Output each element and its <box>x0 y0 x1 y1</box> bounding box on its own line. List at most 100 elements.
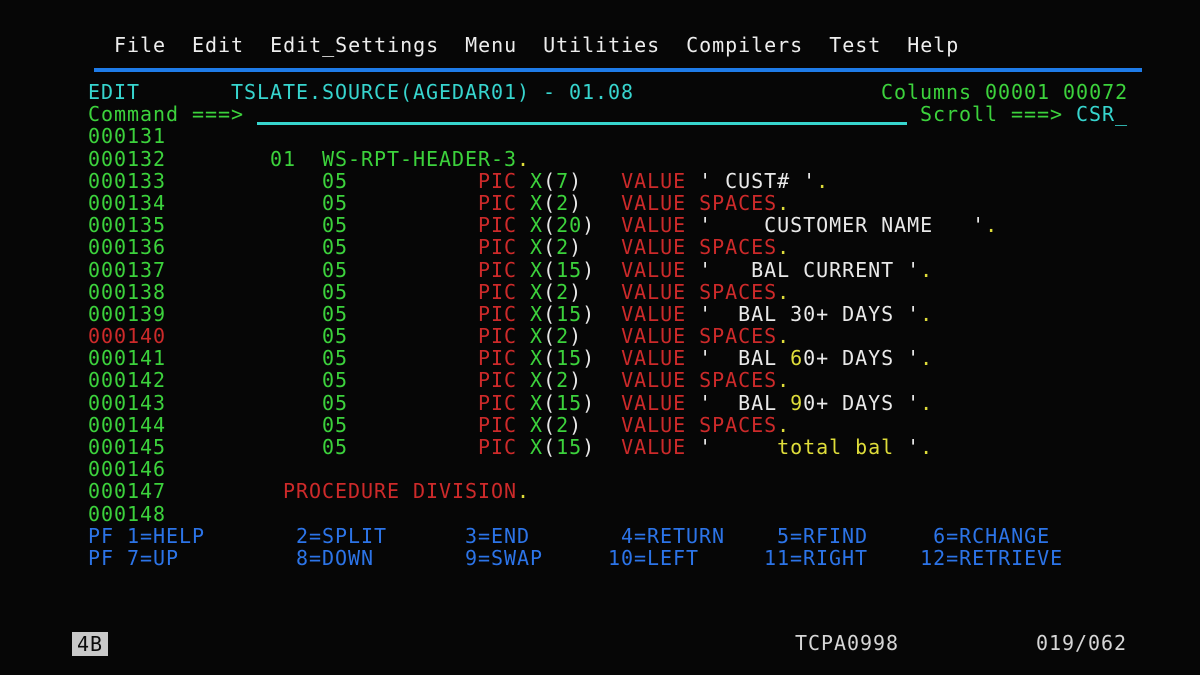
editor-line[interactable]: 000147 PROCEDURE DIVISION. <box>88 480 1128 502</box>
editor-line[interactable]: 000136 05 PIC X(2) VALUE SPACES. <box>88 236 1128 258</box>
code-text: 15 <box>556 435 582 459</box>
editor-line[interactable]: 000146 <box>88 458 1128 480</box>
menu-item-edit[interactable]: Edit <box>192 33 244 57</box>
code-text: ) <box>569 324 582 348</box>
code-text: ) <box>582 302 595 326</box>
editor-line[interactable]: 000144 05 PIC X(2) VALUE SPACES. <box>88 414 1128 436</box>
code-text: X <box>530 302 543 326</box>
code-text: 05 <box>166 258 348 282</box>
code-text: 05 <box>166 213 348 237</box>
code-text: ' BAL <box>699 391 790 415</box>
command-row: Command ===>Scroll ===>CSR_ <box>88 103 1128 125</box>
code-text: . <box>777 280 790 304</box>
editor-line[interactable]: 000133 05 PIC X(7) VALUE ' CUST# '. <box>88 170 1128 192</box>
code-text: 15 <box>556 391 582 415</box>
code-text: X <box>530 169 543 193</box>
code-text: . <box>777 413 790 437</box>
code-text: PIC <box>348 235 530 259</box>
line-number[interactable]: 000142 <box>88 368 166 392</box>
code-text: VALUE SPACES <box>582 324 777 348</box>
code-text: ' CUSTOMER NAME ' <box>699 213 985 237</box>
code-text: ) <box>569 413 582 437</box>
code-text: ) <box>582 391 595 415</box>
line-number[interactable]: 000131 <box>88 124 166 148</box>
editor-line[interactable]: 000135 05 PIC X(20) VALUE ' CUSTOMER NAM… <box>88 214 1128 236</box>
editor-line[interactable]: 000140 05 PIC X(2) VALUE SPACES. <box>88 325 1128 347</box>
line-number[interactable]: 000134 <box>88 191 166 215</box>
code-text: X <box>530 191 543 215</box>
line-number[interactable]: 000137 <box>88 258 166 282</box>
editor-line[interactable]: 000139 05 PIC X(15) VALUE ' BAL 30+ DAYS… <box>88 303 1128 325</box>
code-text: ) <box>569 235 582 259</box>
command-label: Command ===> <box>88 102 244 126</box>
code-text: PIC <box>348 368 530 392</box>
code-text: X <box>530 235 543 259</box>
line-number[interactable]: 000138 <box>88 280 166 304</box>
code-text: PIC <box>348 191 530 215</box>
code-text: 05 <box>166 324 348 348</box>
editor-line[interactable]: 000141 05 PIC X(15) VALUE ' BAL 60+ DAYS… <box>88 347 1128 369</box>
code-text: . <box>985 213 998 237</box>
code-text: total bal <box>777 435 894 459</box>
menu-item-compilers[interactable]: Compilers <box>686 33 803 57</box>
editor-line[interactable]: 000142 05 PIC X(2) VALUE SPACES. <box>88 369 1128 391</box>
code-text: ( <box>543 368 556 392</box>
menu-item-menu[interactable]: Menu <box>465 33 517 57</box>
editor-header-row: EDITTSLATE.SOURCE(AGEDAR01) - 01.08Colum… <box>88 81 1128 103</box>
code-text: X <box>530 391 543 415</box>
code-text: ) <box>582 346 595 370</box>
editor-line[interactable]: 000138 05 PIC X(2) VALUE SPACES. <box>88 281 1128 303</box>
editor-line[interactable]: 000131 <box>88 125 1128 147</box>
code-text: ' <box>699 435 777 459</box>
code-text: PIC <box>348 391 530 415</box>
code-text: VALUE SPACES <box>582 235 777 259</box>
code-text: ' <box>894 435 920 459</box>
code-text: . <box>777 368 790 392</box>
editor-line[interactable]: 000137 05 PIC X(15) VALUE ' BAL CURRENT … <box>88 259 1128 281</box>
code-text: PROCEDURE DIVISION <box>166 479 517 503</box>
line-number[interactable]: 000132 <box>88 147 166 171</box>
code-text: PIC <box>348 346 530 370</box>
code-text: 05 <box>166 169 348 193</box>
line-number[interactable]: 000141 <box>88 346 166 370</box>
menu-item-test[interactable]: Test <box>829 33 881 57</box>
code-text: ' BAL CURRENT ' <box>699 258 920 282</box>
code-text: 0+ DAYS ' <box>803 346 920 370</box>
editor-line[interactable]: 000143 05 PIC X(15) VALUE ' BAL 90+ DAYS… <box>88 392 1128 414</box>
line-number[interactable]: 000146 <box>88 457 166 481</box>
line-number[interactable]: 000144 <box>88 413 166 437</box>
code-text: . <box>777 235 790 259</box>
line-number[interactable]: 000140 <box>88 324 166 348</box>
code-text: . <box>920 258 933 282</box>
code-text: ( <box>543 346 556 370</box>
menu-item-help[interactable]: Help <box>907 33 959 57</box>
code-text: . <box>517 479 530 503</box>
line-number[interactable]: 000135 <box>88 213 166 237</box>
line-number[interactable]: 000136 <box>88 235 166 259</box>
code-text: X <box>530 368 543 392</box>
editor-lines: 000131000132 01 WS-RPT-HEADER-3.000133 0… <box>88 125 1128 524</box>
code-text: ' BAL 30+ DAYS ' <box>699 302 920 326</box>
line-number[interactable]: 000145 <box>88 435 166 459</box>
code-text: ) <box>582 213 595 237</box>
menu-bar: File Edit Edit_Settings Menu Utilities C… <box>88 33 959 57</box>
editor-line[interactable]: 000134 05 PIC X(2) VALUE SPACES. <box>88 192 1128 214</box>
line-number[interactable]: 000148 <box>88 502 166 526</box>
line-number[interactable]: 000143 <box>88 391 166 415</box>
line-number[interactable]: 000133 <box>88 169 166 193</box>
code-text: ( <box>543 191 556 215</box>
menu-item-utilities[interactable]: Utilities <box>543 33 660 57</box>
code-text: PIC <box>348 324 530 348</box>
line-number[interactable]: 000139 <box>88 302 166 326</box>
editor-line[interactable]: 000148 <box>88 503 1128 525</box>
code-text: 6 <box>790 346 803 370</box>
command-input-field[interactable] <box>257 104 907 125</box>
line-number[interactable]: 000147 <box>88 479 166 503</box>
code-text: VALUE <box>595 213 699 237</box>
menu-item-edit-settings[interactable]: Edit_Settings <box>270 33 439 57</box>
scroll-value-field[interactable]: CSR_ <box>1076 102 1128 126</box>
editor-line[interactable]: 000132 01 WS-RPT-HEADER-3. <box>88 148 1128 170</box>
menu-item-file[interactable]: File <box>114 33 166 57</box>
editor-line[interactable]: 000145 05 PIC X(15) VALUE ' total bal '. <box>88 436 1128 458</box>
code-text: VALUE <box>595 302 699 326</box>
